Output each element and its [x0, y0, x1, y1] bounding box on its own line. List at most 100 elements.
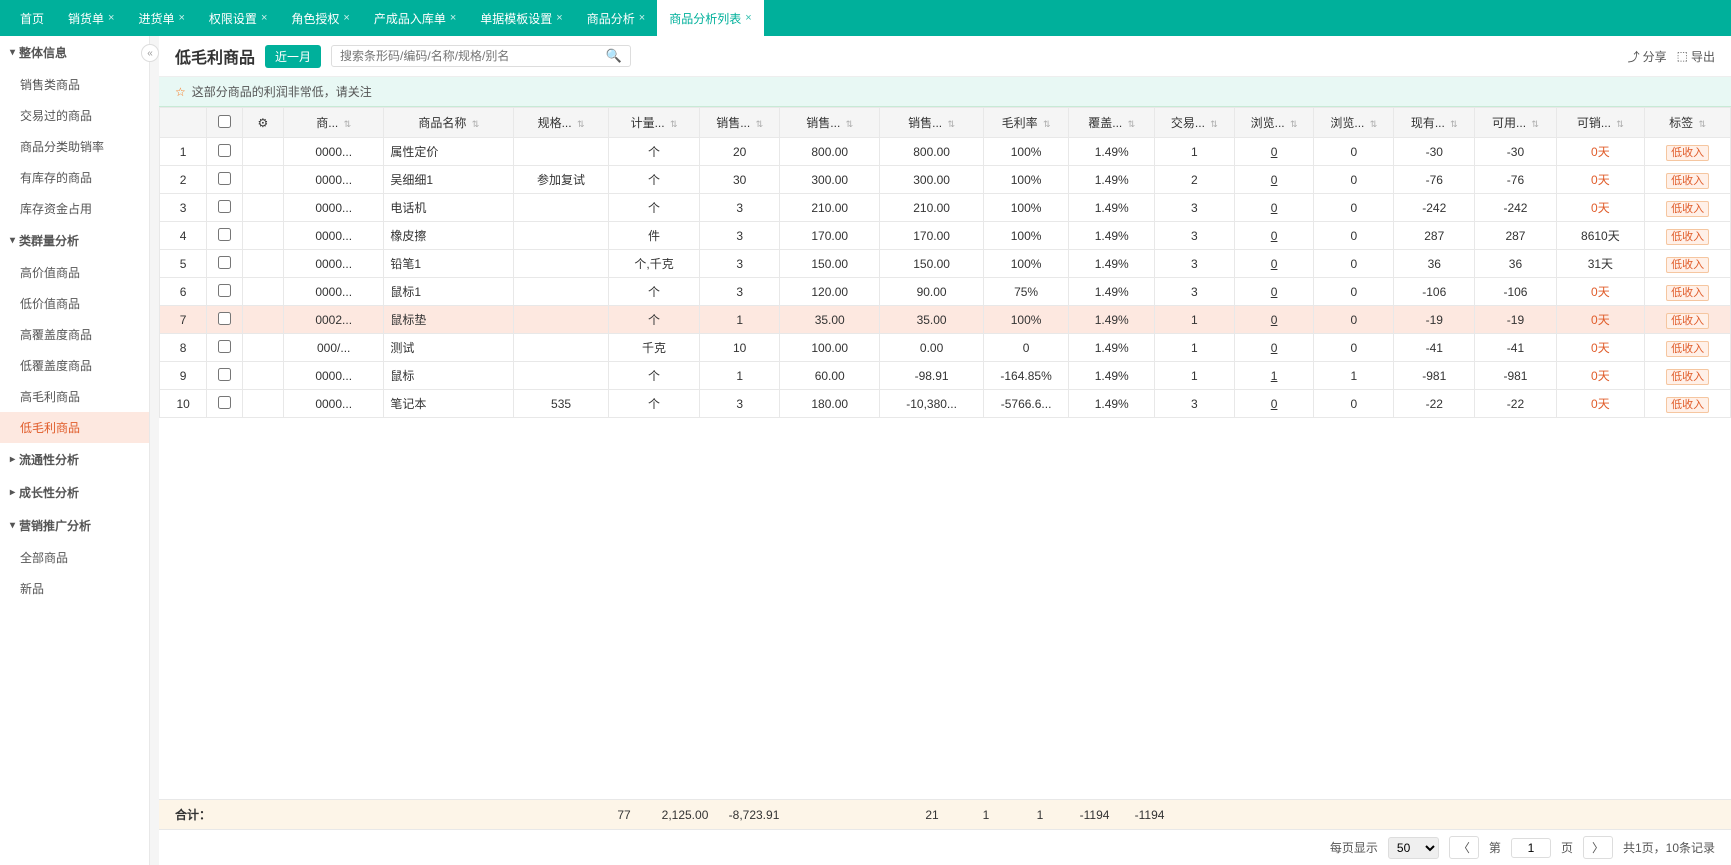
- col-avail[interactable]: 可用... ⇅: [1475, 108, 1556, 138]
- col-cover[interactable]: 覆盖... ⇅: [1069, 108, 1155, 138]
- search-input[interactable]: [340, 49, 606, 63]
- nav-purchase[interactable]: 进货单 ×: [126, 0, 196, 36]
- select-all-checkbox[interactable]: [218, 115, 231, 128]
- row-check[interactable]: [207, 278, 242, 306]
- sidebar-item-high-value[interactable]: 高价值商品: [0, 257, 149, 288]
- sidebar-collapse-button[interactable]: «: [141, 44, 159, 62]
- col-name[interactable]: 商品名称 ⇅: [384, 108, 514, 138]
- sidebar-item-new-goods[interactable]: 新品: [0, 573, 149, 604]
- col-spec[interactable]: 规格... ⇅: [514, 108, 608, 138]
- sidebar-item-in-stock[interactable]: 有库存的商品: [0, 162, 149, 193]
- col-gross-rate[interactable]: 毛利率 ⇅: [983, 108, 1069, 138]
- next-page-button[interactable]: 〉: [1583, 836, 1613, 859]
- export-button[interactable]: ⬚ 导出: [1677, 48, 1715, 65]
- share-button[interactable]: ⤴ 分享: [1628, 48, 1667, 65]
- row-gross-rate: 75%: [983, 278, 1069, 306]
- col-check[interactable]: [207, 108, 242, 138]
- row-checkbox[interactable]: [218, 284, 231, 297]
- row-check[interactable]: [207, 390, 242, 418]
- footer-sales-qty: 77: [597, 808, 651, 822]
- row-check[interactable]: [207, 334, 242, 362]
- row-checkbox[interactable]: [218, 144, 231, 157]
- row-checkbox[interactable]: [218, 172, 231, 185]
- sidebar-group-marketing[interactable]: ▾ 营销推广分析: [0, 509, 149, 542]
- sidebar-item-high-cover[interactable]: 高覆盖度商品: [0, 319, 149, 350]
- row-view1[interactable]: 0: [1234, 250, 1314, 278]
- nav-product-in[interactable]: 产成品入库单 ×: [362, 0, 468, 36]
- row-checkbox[interactable]: [218, 312, 231, 325]
- close-icon[interactable]: ×: [178, 12, 184, 24]
- nav-analysis-list[interactable]: 商品分析列表 ×: [657, 0, 763, 36]
- page-size-select[interactable]: 50 20 100: [1388, 837, 1439, 859]
- row-view1[interactable]: 0: [1234, 306, 1314, 334]
- sidebar-item-category-rate[interactable]: 商品分类助销率: [0, 131, 149, 162]
- sidebar-item-low-value[interactable]: 低价值商品: [0, 288, 149, 319]
- col-trade[interactable]: 交易... ⇅: [1155, 108, 1235, 138]
- row-check[interactable]: [207, 250, 242, 278]
- row-name: 测试: [384, 334, 514, 362]
- sidebar-item-low-profit[interactable]: 低毛利商品: [0, 412, 149, 443]
- row-view1[interactable]: 0: [1234, 390, 1314, 418]
- close-icon[interactable]: ×: [450, 12, 456, 24]
- close-icon[interactable]: ×: [639, 12, 645, 24]
- nav-sales[interactable]: 销货单 ×: [56, 0, 126, 36]
- col-view2[interactable]: 浏览... ⇅: [1314, 108, 1394, 138]
- sidebar-item-traded-goods[interactable]: 交易过的商品: [0, 100, 149, 131]
- col-sales-qty[interactable]: 销售... ⇅: [700, 108, 780, 138]
- sidebar-group-growth[interactable]: ▸ 成长性分析: [0, 476, 149, 509]
- col-tag[interactable]: 标签 ⇅: [1645, 108, 1731, 138]
- sidebar-item-sales-goods[interactable]: 销售类商品: [0, 69, 149, 100]
- nav-home[interactable]: 首页: [8, 0, 56, 36]
- row-checkbox[interactable]: [218, 368, 231, 381]
- row-check[interactable]: [207, 306, 242, 334]
- sidebar-group-cluster[interactable]: ▾ 类群量分析: [0, 224, 149, 257]
- col-salable[interactable]: 可销... ⇅: [1556, 108, 1645, 138]
- row-view1[interactable]: 0: [1234, 222, 1314, 250]
- col-settings[interactable]: ⚙: [242, 108, 283, 138]
- row-view1[interactable]: 0: [1234, 278, 1314, 306]
- page-number-input[interactable]: [1511, 838, 1551, 858]
- close-icon[interactable]: ×: [556, 12, 562, 24]
- sidebar-group-overview[interactable]: ▾ 整体信息: [0, 36, 149, 69]
- nav-template[interactable]: 单据模板设置 ×: [468, 0, 574, 36]
- row-checkbox[interactable]: [218, 256, 231, 269]
- close-icon[interactable]: ×: [745, 12, 751, 24]
- row-view1[interactable]: 0: [1234, 334, 1314, 362]
- sidebar-item-low-cover[interactable]: 低覆盖度商品: [0, 350, 149, 381]
- row-view1[interactable]: 0: [1234, 138, 1314, 166]
- col-code[interactable]: 商... ⇅: [283, 108, 383, 138]
- prev-page-button[interactable]: 〈: [1449, 836, 1479, 859]
- row-check[interactable]: [207, 138, 242, 166]
- nav-permission[interactable]: 权限设置 ×: [197, 0, 279, 36]
- sidebar-group-flow[interactable]: ▸ 流通性分析: [0, 443, 149, 476]
- close-icon[interactable]: ×: [261, 12, 267, 24]
- col-unit[interactable]: 计量... ⇅: [608, 108, 700, 138]
- row-check[interactable]: [207, 194, 242, 222]
- row-unit: 个: [608, 278, 700, 306]
- row-cover: 1.49%: [1069, 222, 1155, 250]
- col-view1[interactable]: 浏览... ⇅: [1234, 108, 1314, 138]
- row-check[interactable]: [207, 166, 242, 194]
- col-stock[interactable]: 现有... ⇅: [1394, 108, 1475, 138]
- sidebar-item-all-goods[interactable]: 全部商品: [0, 542, 149, 573]
- sidebar-item-capital[interactable]: 库存资金占用: [0, 193, 149, 224]
- search-icon[interactable]: 🔍: [606, 48, 622, 64]
- row-checkbox[interactable]: [218, 228, 231, 241]
- col-sales-price[interactable]: 销售... ⇅: [780, 108, 880, 138]
- row-settings: [242, 362, 283, 390]
- row-check[interactable]: [207, 222, 242, 250]
- row-checkbox[interactable]: [218, 200, 231, 213]
- row-view1[interactable]: 0: [1234, 166, 1314, 194]
- col-sales-amt[interactable]: 销售... ⇅: [880, 108, 983, 138]
- nav-role[interactable]: 角色授权 ×: [279, 0, 361, 36]
- row-view1[interactable]: 1: [1234, 362, 1314, 390]
- nav-product-analysis[interactable]: 商品分析 ×: [575, 0, 657, 36]
- row-checkbox[interactable]: [218, 396, 231, 409]
- row-checkbox[interactable]: [218, 340, 231, 353]
- sidebar-item-high-profit[interactable]: 高毛利商品: [0, 381, 149, 412]
- close-icon[interactable]: ×: [343, 12, 349, 24]
- row-check[interactable]: [207, 362, 242, 390]
- row-view1[interactable]: 0: [1234, 194, 1314, 222]
- date-filter-button[interactable]: 近一月: [265, 45, 321, 68]
- close-icon[interactable]: ×: [108, 12, 114, 24]
